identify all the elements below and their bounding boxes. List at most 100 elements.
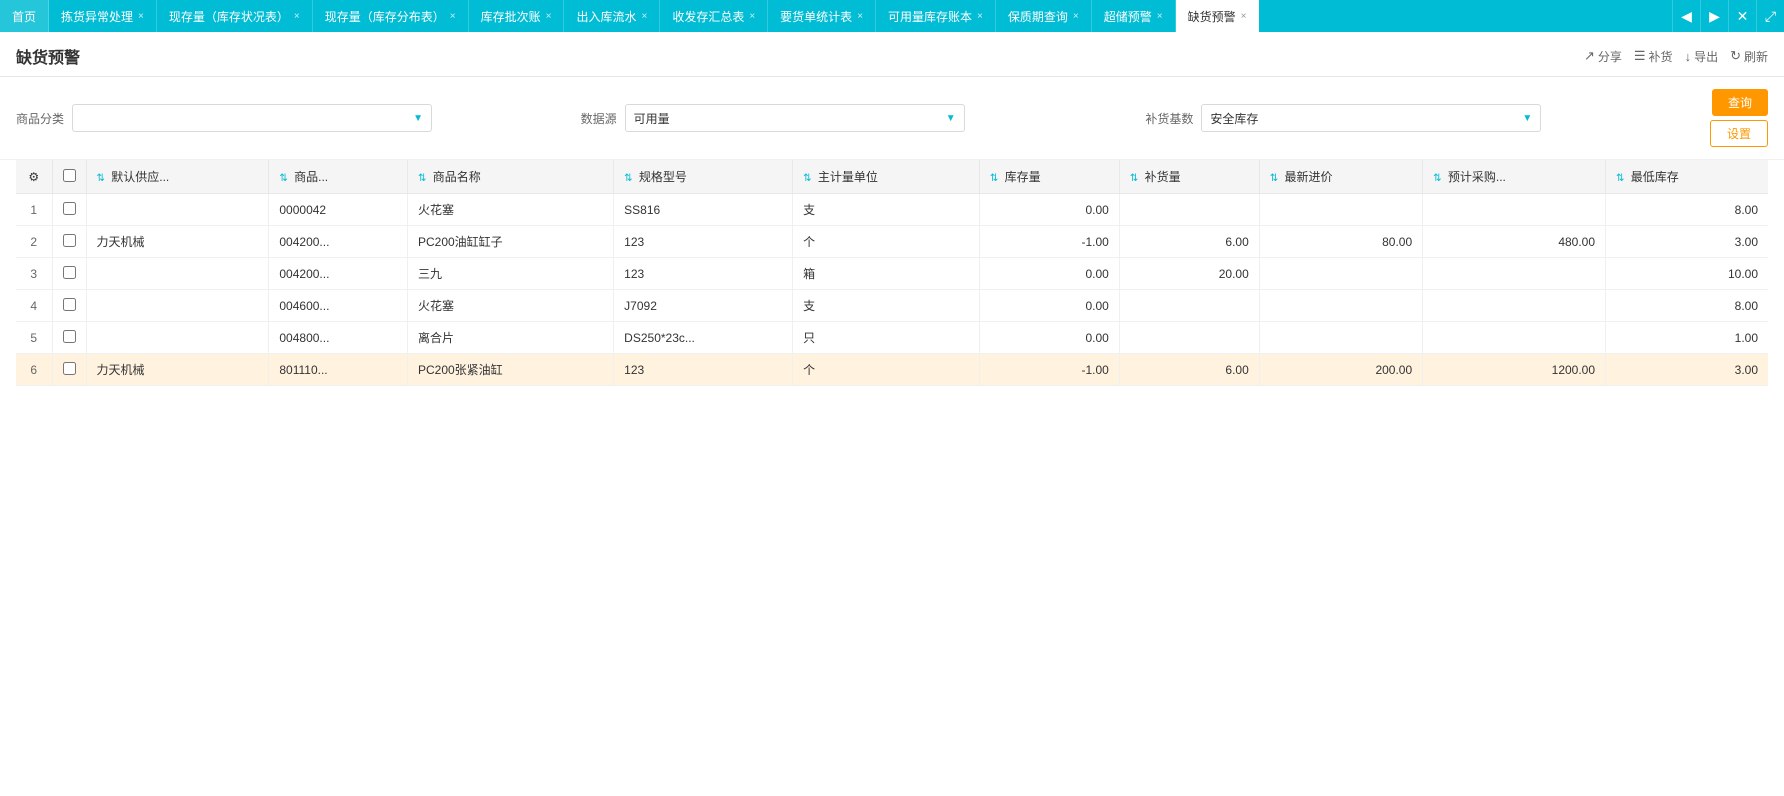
tab-expiry-query[interactable]: 保质期查询 × [996,0,1092,32]
tab-home[interactable]: 首页 [0,0,49,32]
table-row[interactable]: 5 004800... 离合片 DS250*23c... 只 0.00 1.00 [16,322,1768,354]
replenish-base-label: 补货基数 [1145,110,1193,127]
table-body: 1 0000042 火花塞 SS816 支 0.00 8.00 2 力天机械 0… [16,194,1768,386]
table-row[interactable]: 3 004200... 三九 123 箱 0.00 20.00 10.00 [16,258,1768,290]
nav-expand-button[interactable]: ⤢ [1756,0,1784,32]
row-goods-code: 004600... [269,290,408,322]
commodity-class-label: 商品分类 [16,110,64,127]
tab-overstock-warning[interactable]: 超储预警 × [1092,0,1176,32]
replenish-button[interactable]: ☰ 补货 [1634,48,1673,65]
col-estimated: ⇅ 预计采购... [1423,160,1606,194]
row-replenish [1119,194,1259,226]
sort-icon: ⇅ [1433,173,1441,184]
filter-group-commodity: 商品分类 ▼ [16,104,565,132]
tab-close-icon[interactable]: × [1073,11,1079,22]
row-goods-code: 0000042 [269,194,408,226]
row-spec: J7092 [614,290,793,322]
row-checkbox[interactable] [52,226,86,258]
row-estimated [1423,290,1606,322]
row-checkbox[interactable] [52,322,86,354]
row-supplier [86,290,269,322]
dropdown-arrow-icon: ▼ [413,113,423,124]
row-min-stock: 3.00 [1606,354,1768,386]
row-num: 5 [16,322,52,354]
col-stock: ⇅ 库存量 [979,160,1119,194]
row-num: 6 [16,354,52,386]
row-latest-price [1259,194,1422,226]
sort-icon: ⇅ [279,173,287,184]
nav-next-button[interactable]: ▶ [1700,0,1728,32]
tab-close-icon[interactable]: × [857,11,863,22]
table-row[interactable]: 2 力天机械 004200... PC200油缸缸子 123 个 -1.00 6… [16,226,1768,258]
replenish-base-select[interactable]: 安全库存 ▼ [1201,104,1541,132]
tab-picking-exception[interactable]: 拣货异常处理 × [49,0,157,32]
row-unit: 个 [793,226,980,258]
row-checkbox[interactable] [52,258,86,290]
row-stock: 0.00 [979,258,1119,290]
select-all-checkbox[interactable] [63,169,76,182]
nav-controls: ◀ ▶ ✕ ⤢ [1672,0,1784,32]
row-supplier [86,258,269,290]
row-stock: 0.00 [979,194,1119,226]
tab-close-icon[interactable]: × [977,11,983,22]
row-stock: 0.00 [979,290,1119,322]
settings-button[interactable]: 设置 [1710,120,1768,147]
row-min-stock: 3.00 [1606,226,1768,258]
data-source-value: 可用量 [634,110,670,127]
col-checkbox [52,160,86,194]
tab-current-stock-status[interactable]: 现存量（库存状况表） × [157,0,313,32]
table-row[interactable]: 4 004600... 火花塞 J7092 支 0.00 8.00 [16,290,1768,322]
tab-close-icon[interactable]: × [450,11,456,22]
tab-order-stat[interactable]: 要货单统计表 × [768,0,876,32]
dropdown-arrow-icon: ▼ [1522,113,1532,124]
row-min-stock: 8.00 [1606,290,1768,322]
export-button[interactable]: ↓ 导出 [1685,48,1719,65]
col-goods-name: ⇅ 商品名称 [407,160,613,194]
col-gear: ⚙ [16,160,52,194]
nav-prev-button[interactable]: ◀ [1672,0,1700,32]
query-button[interactable]: 查询 [1712,89,1768,116]
nav-close-button[interactable]: ✕ [1728,0,1756,32]
row-stock: -1.00 [979,226,1119,258]
tab-receive-send-summary[interactable]: 收发存汇总表 × [660,0,768,32]
tab-close-icon[interactable]: × [546,11,552,22]
row-goods-name: 火花塞 [407,194,613,226]
tab-close-icon[interactable]: × [1157,11,1163,22]
table-row[interactable]: 6 力天机械 801110... PC200张紧油缸 123 个 -1.00 6… [16,354,1768,386]
tab-close-icon[interactable]: × [138,11,144,22]
tab-close-icon[interactable]: × [294,11,300,22]
col-latest-price: ⇅ 最新进价 [1259,160,1422,194]
row-latest-price: 80.00 [1259,226,1422,258]
row-stock: 0.00 [979,322,1119,354]
row-estimated [1423,258,1606,290]
row-checkbox[interactable] [52,194,86,226]
data-source-label: 数据源 [581,110,617,127]
header-actions: ↗ 分享 ☰ 补货 ↓ 导出 ↻ 刷新 [1584,48,1768,65]
table-row[interactable]: 1 0000042 火花塞 SS816 支 0.00 8.00 [16,194,1768,226]
row-goods-code: 801110... [269,354,408,386]
tab-batch-account[interactable]: 库存批次账 × [469,0,565,32]
data-source-select[interactable]: 可用量 ▼ [625,104,965,132]
row-unit: 个 [793,354,980,386]
row-checkbox[interactable] [52,290,86,322]
sort-icon: ⇅ [1616,173,1624,184]
row-num: 4 [16,290,52,322]
tab-close-icon[interactable]: × [641,11,647,22]
row-num: 2 [16,226,52,258]
row-estimated: 480.00 [1423,226,1606,258]
replenish-base-value: 安全库存 [1210,110,1258,127]
page-header: 缺货预警 ↗ 分享 ☰ 补货 ↓ 导出 ↻ 刷新 [0,32,1784,77]
row-checkbox[interactable] [52,354,86,386]
tab-shortage-warning[interactable]: 缺货预警 × [1176,0,1260,32]
tab-current-stock-dist[interactable]: 现存量（库存分布表） × [313,0,469,32]
refresh-button[interactable]: ↻ 刷新 [1730,48,1768,65]
share-button[interactable]: ↗ 分享 [1584,48,1622,65]
tab-close-icon[interactable]: × [1241,11,1247,22]
tab-close-icon[interactable]: × [749,11,755,22]
dropdown-arrow-icon: ▼ [946,113,956,124]
tab-available-ledger[interactable]: 可用量库存账本 × [876,0,996,32]
row-unit: 箱 [793,258,980,290]
tab-in-out-flow[interactable]: 出入库流水 × [564,0,660,32]
gear-icon[interactable]: ⚙ [28,170,39,184]
commodity-class-select[interactable]: ▼ [72,104,432,132]
